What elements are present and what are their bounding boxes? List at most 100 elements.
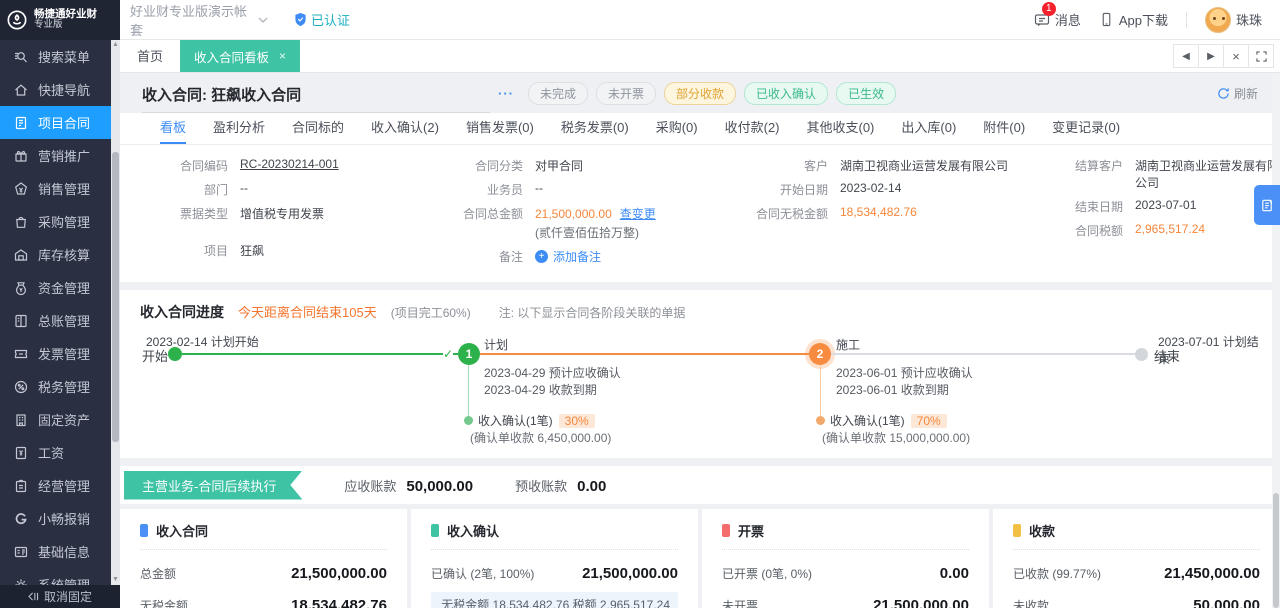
collapse-icon	[28, 592, 39, 601]
sidebar-item-xiaochang-expense[interactable]: 小畅报销	[0, 502, 120, 535]
sidebar-item-quick-nav[interactable]: 快捷导航	[0, 73, 120, 106]
row-unreceived: 未收款50,000.00	[1013, 597, 1260, 608]
app-edition: 专业版	[34, 20, 97, 31]
sidebar-unpin-button[interactable]: 取消固定	[0, 585, 120, 608]
contract-timeline: 2023-02-14 计划开始 2023-07-01 计划结束 开始 结束 ✓ …	[140, 324, 1260, 450]
certified-badge: 已认证	[294, 10, 350, 29]
field-category: 合同分类对甲合同	[439, 157, 744, 174]
app-download-button[interactable]: App下载	[1099, 10, 1168, 29]
account-selector-value: 好业财专业版演示帐套	[130, 1, 258, 39]
timeline-node-1[interactable]: 1	[458, 343, 480, 365]
card-marker-red	[722, 524, 730, 537]
contract-icon	[13, 115, 29, 131]
milestone-2-percent-badge: 70%	[911, 414, 947, 428]
sidebar-scrollbar[interactable]: ▲ ▼	[111, 40, 120, 585]
account-selector[interactable]: 好业财专业版演示帐套	[130, 1, 268, 39]
ledger-book-icon	[13, 313, 29, 329]
refresh-icon	[1217, 87, 1230, 100]
field-total-amount: 合同总金额 21,500,000.00查变更 (贰仟壹佰伍拾万整)	[439, 205, 744, 241]
sidebar-item-tax-mgmt[interactable]: 税务管理	[0, 370, 120, 403]
tab-prev-button[interactable]: ◀	[1173, 44, 1199, 68]
contract-code-link[interactable]: RC-20230214-001	[240, 157, 339, 171]
progress-note: 注: 以下显示合同各阶段关联的单据	[499, 304, 686, 321]
app-logo[interactable]: 畅捷通好业财 专业版	[0, 0, 120, 40]
timeline-start-label: 开始	[142, 346, 168, 365]
milestone-2-name: 施工	[836, 336, 860, 353]
sidebar-item-salary[interactable]: 工资	[0, 436, 120, 469]
tab-contract-subject[interactable]: 合同标的	[292, 113, 344, 144]
row-uninvoiced: 未开票21,500,000.00	[722, 597, 969, 608]
sidebar-item-project-contract[interactable]: 项目合同	[0, 106, 120, 139]
sidebar-item-marketing[interactable]: 营销推广	[0, 139, 120, 172]
tab-close-icon[interactable]: ×	[279, 49, 286, 63]
milestone-1-percent-badge: 30%	[559, 414, 595, 428]
refresh-button[interactable]: 刷新	[1217, 85, 1258, 102]
main-scrollbar[interactable]	[1272, 73, 1280, 608]
plus-icon: +	[535, 250, 548, 263]
business-ribbon: 主营业务-合同后续执行	[124, 471, 302, 500]
invoice-ticket-icon	[13, 346, 29, 362]
milestone-1-detail: (确认单收款 6,450,000.00)	[470, 429, 611, 446]
tab-purchase[interactable]: 采购(0)	[656, 113, 698, 144]
card-income-contract: 收入合同 总金额21,500,000.00 无税金额18,534,482.76 …	[120, 509, 407, 608]
status-badge-revenue-confirmed: 已收入确认	[744, 82, 828, 105]
field-customer: 客户湖南卫视商业运营发展有限公司	[744, 157, 1039, 174]
tab-tax-invoice[interactable]: 税务发票(0)	[561, 113, 629, 144]
salary-doc-icon	[13, 445, 29, 461]
sidebar-item-fixed-assets[interactable]: 固定资产	[0, 403, 120, 436]
progress-countdown: 今天距离合同结束105天	[238, 302, 377, 321]
user-avatar	[1205, 7, 1231, 33]
timeline-node-2[interactable]: 2	[809, 343, 831, 365]
user-menu[interactable]: 珠珠	[1205, 7, 1262, 33]
main-scrollbar-thumb[interactable]	[1273, 493, 1279, 608]
sidebar-item-sales-mgmt[interactable]: 销售管理	[0, 172, 120, 205]
sidebar-item-purchase-mgmt[interactable]: 采购管理	[0, 205, 120, 238]
scroll-up-arrow[interactable]: ▲	[111, 40, 120, 50]
tab-revenue-contract-dashboard[interactable]: 收入合同看板 ×	[180, 40, 300, 72]
sidebar-item-general-ledger[interactable]: 总账管理	[0, 304, 120, 337]
tax-icon	[13, 379, 29, 395]
row-confirmed: 已确认 (2笔, 100%)21,500,000.00	[431, 565, 678, 582]
tab-stock-in-out[interactable]: 出入库(0)	[901, 113, 956, 144]
tab-next-button[interactable]: ▶	[1198, 44, 1224, 68]
field-project: 项目狂飙	[144, 242, 439, 259]
contract-total-amount: 21,500,000.00	[535, 207, 612, 221]
app-logo-icon	[6, 9, 28, 31]
summary-cards: 收入合同 总金额21,500,000.00 无税金额18,534,482.76 …	[120, 509, 1280, 608]
tab-other-income-expense[interactable]: 其他收支(0)	[807, 113, 875, 144]
receivable-stat: 应收账款 50,000.00	[344, 476, 473, 495]
view-changes-link[interactable]: 查变更	[620, 207, 656, 221]
sidebar-item-inventory[interactable]: 库存核算	[0, 238, 120, 271]
add-remark-button[interactable]: +添加备注	[535, 248, 601, 265]
progress-title: 收入合同进度	[140, 302, 224, 322]
tab-revenue-confirmation[interactable]: 收入确认(2)	[371, 113, 439, 144]
prereceive-stat: 预收账款 0.00	[515, 476, 606, 495]
chevron-down-icon	[258, 17, 268, 23]
milestone-2-detail: (确认单收款 15,000,000.00)	[822, 429, 970, 446]
field-contract-code: 合同编码RC-20230214-001	[144, 157, 439, 174]
sidebar-item-invoice-mgmt[interactable]: 发票管理	[0, 337, 120, 370]
tab-fullscreen-button[interactable]	[1248, 44, 1274, 68]
sidebar-item-basic-info[interactable]: 基础信息	[0, 535, 120, 568]
tab-change-log[interactable]: 变更记录(0)	[1052, 113, 1120, 144]
timeline-start-dot	[168, 347, 182, 361]
sales-shield-icon	[13, 181, 29, 197]
sidebar-item-search-menu[interactable]: 搜索菜单	[0, 40, 120, 73]
scroll-down-arrow[interactable]: ▼	[111, 575, 120, 585]
tab-dashboard[interactable]: 看板	[160, 113, 186, 144]
card-marker-blue	[140, 524, 148, 537]
messages-button[interactable]: 1 消息	[1034, 10, 1081, 29]
card-marker-green	[431, 524, 439, 537]
tab-home[interactable]: 首页	[120, 40, 180, 72]
side-note-button[interactable]	[1254, 185, 1280, 225]
more-actions-button[interactable]: ···	[498, 86, 514, 101]
tab-payments[interactable]: 收付款(2)	[725, 113, 780, 144]
sidebar-item-business-mgmt[interactable]: 经营管理	[0, 469, 120, 502]
tab-sales-invoice[interactable]: 销售发票(0)	[466, 113, 534, 144]
tab-close-all-button[interactable]: ×	[1223, 44, 1249, 68]
sidebar-scrollbar-thumb[interactable]	[112, 152, 119, 442]
tab-profit-analysis[interactable]: 盈利分析	[213, 113, 265, 144]
field-end-date: 结束日期2023-07-01	[1039, 198, 1280, 215]
tab-attachments[interactable]: 附件(0)	[983, 113, 1025, 144]
sidebar-item-funds-mgmt[interactable]: 资金管理	[0, 271, 120, 304]
